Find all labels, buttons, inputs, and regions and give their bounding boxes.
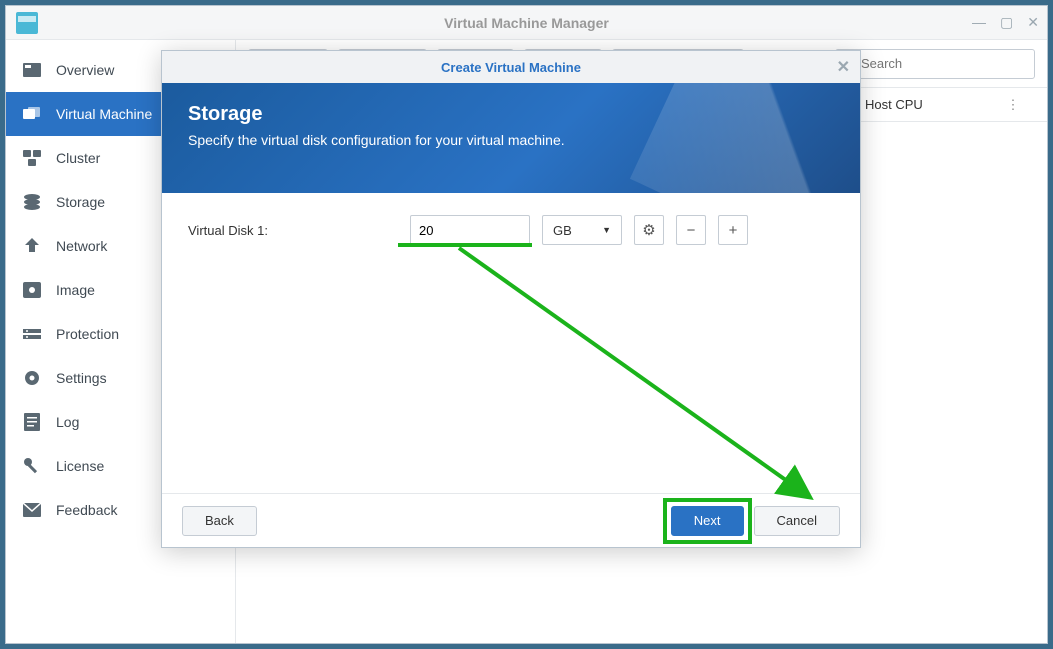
sidebar-item-label: Overview [56, 62, 114, 78]
maximize-icon[interactable]: ▢ [1000, 14, 1013, 31]
sidebar-item-label: License [56, 458, 104, 474]
cluster-icon [22, 150, 42, 166]
sidebar-item-label: Cluster [56, 150, 100, 166]
gear-icon [22, 369, 42, 387]
chevron-down-icon: ▼ [602, 225, 611, 235]
add-disk-button[interactable]: + [718, 215, 748, 245]
remove-disk-button[interactable]: − [676, 215, 706, 245]
search-field[interactable]: ⌕ [835, 49, 1035, 79]
close-icon[interactable]: ✕ [837, 57, 850, 77]
protection-icon [22, 326, 42, 342]
network-icon [22, 238, 42, 254]
next-button[interactable]: Next [671, 506, 744, 536]
sidebar-item-label: Protection [56, 326, 119, 342]
virtual-disk-size-input[interactable] [410, 215, 530, 245]
disk-unit-select[interactable]: GB ▼ [542, 215, 622, 245]
overview-icon [22, 63, 42, 77]
storage-icon [22, 194, 42, 210]
sidebar-item-label: Settings [56, 370, 107, 386]
unit-value: GB [553, 223, 572, 238]
modal-footer: Back Next Cancel [162, 493, 860, 547]
hero-title: Storage [188, 103, 834, 126]
sidebar-item-label: Storage [56, 194, 105, 210]
minus-icon: − [687, 222, 696, 239]
sidebar-item-label: Feedback [56, 502, 117, 518]
key-icon [22, 457, 42, 475]
title-bar: Virtual Machine Manager — ▢ ✕ [6, 6, 1047, 40]
vm-icon [22, 107, 42, 121]
modal-title: Create Virtual Machine [441, 60, 581, 75]
virtual-disk-label: Virtual Disk 1: [188, 223, 398, 238]
window-title: Virtual Machine Manager [6, 15, 1047, 31]
search-input[interactable] [859, 55, 1039, 72]
sidebar-item-label: Image [56, 282, 95, 298]
mail-icon [22, 503, 42, 517]
minimize-icon[interactable]: — [972, 14, 986, 31]
column-options-icon[interactable]: ⋮ [1005, 97, 1021, 113]
hero-subtitle: Specify the virtual disk configuration f… [188, 132, 834, 148]
modal-body: Virtual Disk 1: GB ▼ ⚙ − + [162, 193, 860, 493]
app-window: Virtual Machine Manager — ▢ ✕ Overview V… [5, 5, 1048, 644]
column-host-cpu[interactable]: Host CPU [865, 97, 995, 112]
close-icon[interactable]: ✕ [1027, 14, 1039, 31]
sidebar-item-label: Log [56, 414, 79, 430]
modal-hero: Storage Specify the virtual disk configu… [162, 83, 860, 193]
modal-title-bar: Create Virtual Machine ✕ [162, 51, 860, 83]
gear-icon: ⚙ [642, 221, 655, 239]
log-icon [22, 413, 42, 431]
back-button[interactable]: Back [182, 506, 257, 536]
sidebar-item-label: Virtual Machine [56, 106, 152, 122]
image-icon [22, 282, 42, 298]
annotation-underline [398, 243, 532, 247]
cancel-button[interactable]: Cancel [754, 506, 840, 536]
plus-icon: + [729, 222, 738, 239]
create-vm-modal: Create Virtual Machine ✕ Storage Specify… [161, 50, 861, 548]
disk-settings-button[interactable]: ⚙ [634, 215, 664, 245]
sidebar-item-label: Network [56, 238, 107, 254]
